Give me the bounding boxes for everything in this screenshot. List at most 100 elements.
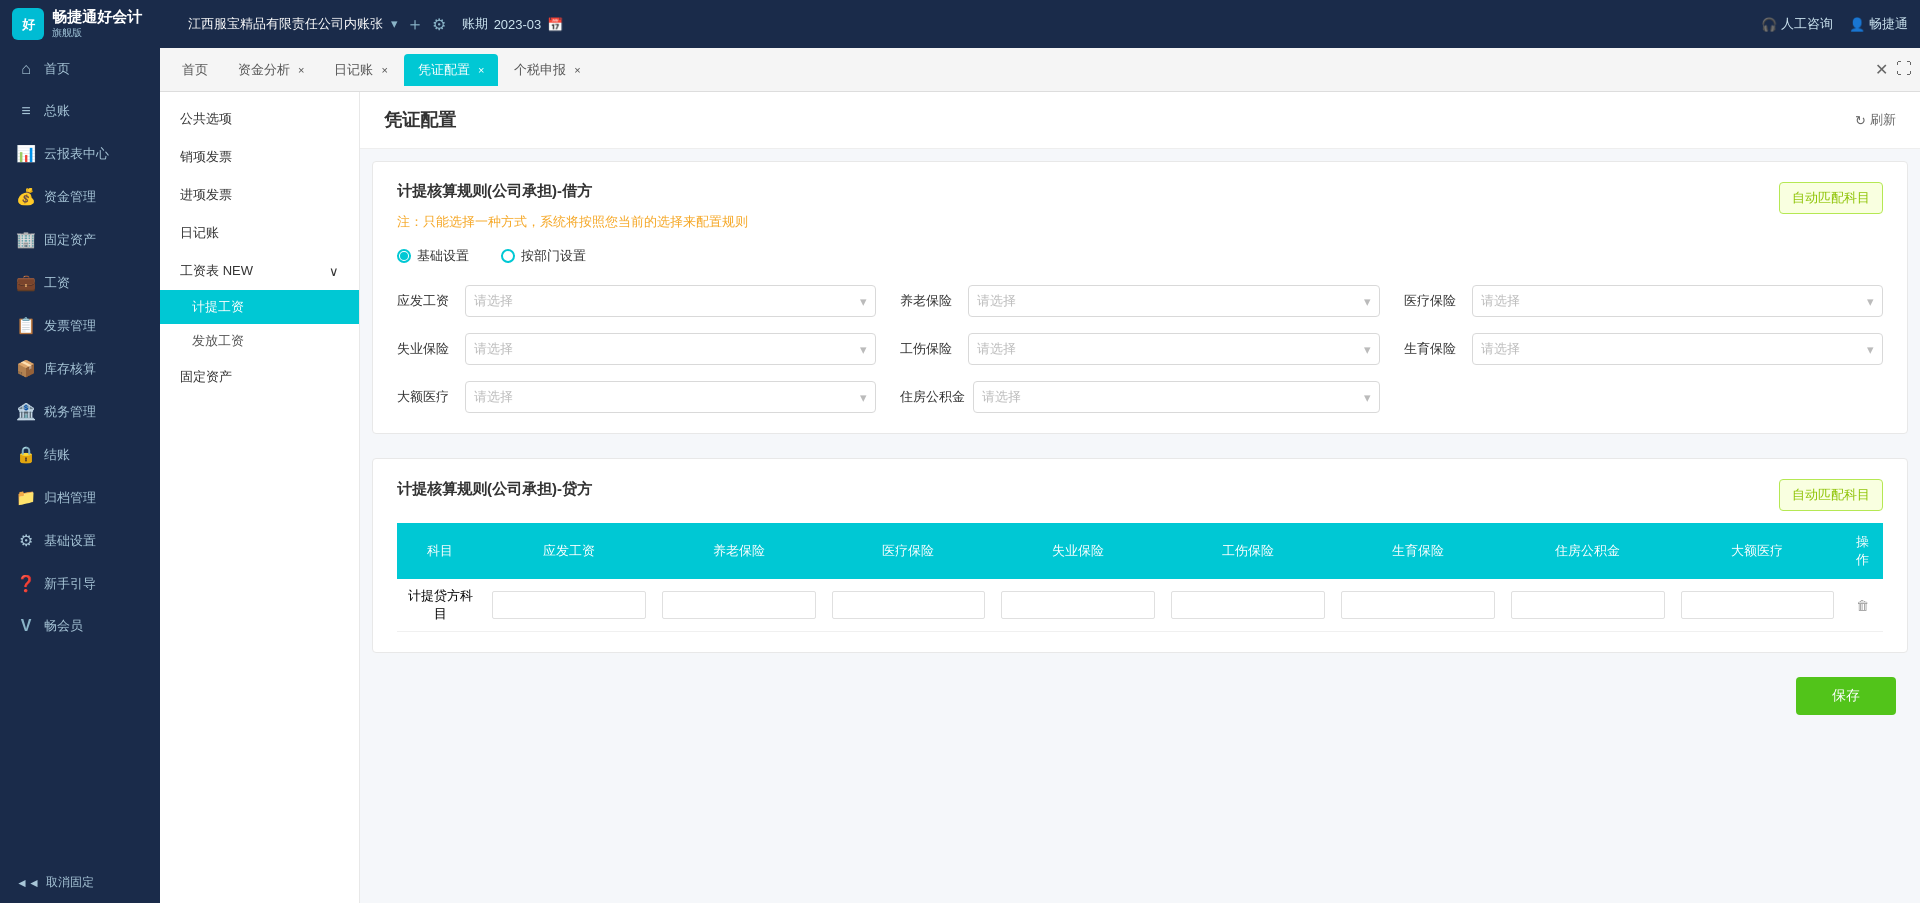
vip-icon: V [16, 617, 36, 635]
input-injury[interactable] [1171, 591, 1325, 619]
select-housing-fund[interactable]: 请选择 ▾ [973, 381, 1379, 413]
select-should-pay[interactable]: 请选择 ▾ [465, 285, 876, 317]
debit-auto-match-button[interactable]: 自动匹配科目 [1779, 182, 1883, 214]
select-unemployment[interactable]: 请选择 ▾ [465, 333, 876, 365]
left-nav-fixed-assets[interactable]: 固定资产 [160, 358, 359, 396]
cell-housing [1503, 579, 1673, 632]
sidebar-label-assets: 固定资产 [44, 231, 96, 249]
sidebar-item-capital[interactable]: 💰 资金管理 [0, 175, 160, 218]
cancel-fixed-icon: ◄◄ [16, 876, 40, 890]
tab-home-label: 首页 [182, 61, 208, 79]
input-big-medical[interactable] [1681, 591, 1835, 619]
sidebar-item-assets[interactable]: 🏢 固定资产 [0, 218, 160, 261]
consult-button[interactable]: 🎧 人工咨询 [1761, 15, 1833, 33]
sidebar-item-close[interactable]: 🔒 结账 [0, 433, 160, 476]
period-selector[interactable]: 账期 2023-03 📅 [462, 15, 564, 33]
sidebar-item-tax[interactable]: 🏦 税务管理 [0, 390, 160, 433]
refresh-icon: ↻ [1855, 113, 1866, 128]
input-unemployment[interactable] [1001, 591, 1155, 619]
sidebar-label-settings: 基础设置 [44, 532, 96, 550]
left-nav-journal[interactable]: 日记账 [160, 214, 359, 252]
sidebar-item-guide[interactable]: ❓ 新手引导 [0, 562, 160, 605]
credit-auto-match-button[interactable]: 自动匹配科目 [1779, 479, 1883, 511]
company-selector[interactable]: 江西服宝精品有限责任公司内账张 ▾ [188, 15, 398, 33]
logo-area: 好 畅捷通好会计 旗舰版 [12, 8, 172, 40]
left-nav-calc-salary[interactable]: 计提工资 [160, 290, 359, 324]
sidebar-item-reports[interactable]: 📊 云报表中心 [0, 132, 160, 175]
page-title: 凭证配置 [384, 108, 456, 132]
label-injury: 工伤保险 [900, 340, 960, 358]
left-nav-pay-salary[interactable]: 发放工资 [160, 324, 359, 358]
field-should-pay: 应发工资 请选择 ▾ [397, 285, 876, 317]
credit-table-header: 科目 应发工资 养老保险 医疗保险 失业保险 工伤保险 生育保险 住房公积金 大… [397, 523, 1883, 579]
left-nav-public[interactable]: 公共选项 [160, 100, 359, 138]
top-bar: 好 畅捷通好会计 旗舰版 江西服宝精品有限责任公司内账张 ▾ ＋ ⚙ 账期 20… [0, 0, 1920, 48]
sidebar-item-ledger[interactable]: ≡ 总账 [0, 90, 160, 132]
tab-home[interactable]: 首页 [168, 54, 222, 86]
cancel-fixed-button[interactable]: ◄◄ 取消固定 [0, 862, 160, 903]
window-expand-button[interactable]: ⛶ [1896, 60, 1912, 79]
debit-section: 计提核算规则(公司承担)-借方 注：只能选择一种方式，系统将按照您当前的选择来配… [372, 161, 1908, 434]
input-should-pay[interactable] [492, 591, 646, 619]
app-name: 畅捷通好会计 [52, 8, 142, 26]
select-big-medical[interactable]: 请选择 ▾ [465, 381, 876, 413]
sidebar-item-invoice[interactable]: 📋 发票管理 [0, 304, 160, 347]
sidebar-item-home[interactable]: ⌂ 首页 [0, 48, 160, 90]
input-pension[interactable] [662, 591, 816, 619]
home-icon: ⌂ [16, 60, 36, 78]
delete-row-icon[interactable]: 🗑 [1856, 598, 1869, 613]
left-nav-salary-table-group[interactable]: 工资表 NEW ∨ [160, 252, 359, 290]
tab-capital[interactable]: 资金分析 × [224, 54, 318, 86]
sidebar-item-inventory[interactable]: 📦 库存核算 [0, 347, 160, 390]
input-housing[interactable] [1511, 591, 1665, 619]
left-nav-sales[interactable]: 销项发票 [160, 138, 359, 176]
select-pension[interactable]: 请选择 ▾ [968, 285, 1379, 317]
input-birth[interactable] [1341, 591, 1495, 619]
debit-form-grid: 应发工资 请选择 ▾ 养老保险 请选择 ▾ [397, 285, 1883, 413]
page-content: 公共选项 销项发票 进项发票 日记账 工资表 NEW ∨ 计提工资 [160, 92, 1920, 903]
field-housing-fund: 住房公积金 请选择 ▾ [900, 381, 1379, 413]
sidebar-item-settings[interactable]: ⚙ 基础设置 [0, 519, 160, 562]
field-unemployment: 失业保险 请选择 ▾ [397, 333, 876, 365]
sidebar-item-archive[interactable]: 📁 归档管理 [0, 476, 160, 519]
tab-tax[interactable]: 个税申报 × [500, 54, 594, 86]
left-nav-purchase[interactable]: 进项发票 [160, 176, 359, 214]
window-close-button[interactable]: ✕ [1875, 60, 1888, 79]
cell-big-medical [1673, 579, 1843, 632]
radio-basic[interactable]: 基础设置 [397, 247, 469, 265]
top-bar-actions: 🎧 人工咨询 👤 畅捷通 [1761, 15, 1908, 33]
label-should-pay: 应发工资 [397, 292, 457, 310]
input-medical[interactable] [832, 591, 986, 619]
select-birth[interactable]: 请选择 ▾ [1472, 333, 1883, 365]
settings-gear-icon[interactable]: ⚙ [432, 15, 446, 34]
content-area: 首页 资金分析 × 日记账 × 凭证配置 × 个税申报 × ✕ ⛶ [160, 48, 1920, 903]
app-logo-icon: 好 [12, 8, 44, 40]
tab-voucher[interactable]: 凭证配置 × [404, 54, 498, 86]
calendar-icon[interactable]: 📅 [547, 17, 563, 32]
tab-journal[interactable]: 日记账 × [320, 54, 401, 86]
tab-capital-close[interactable]: × [298, 64, 304, 76]
save-button[interactable]: 保存 [1796, 677, 1896, 715]
main-layout: ⌂ 首页 ≡ 总账 📊 云报表中心 💰 资金管理 🏢 固定资产 💼 工资 📋 发… [0, 48, 1920, 903]
sidebar-label-guide: 新手引导 [44, 575, 96, 593]
select-injury[interactable]: 请选择 ▾ [968, 333, 1379, 365]
left-nav: 公共选项 销项发票 进项发票 日记账 工资表 NEW ∨ 计提工资 [160, 92, 360, 903]
radio-dept[interactable]: 按部门设置 [501, 247, 586, 265]
archive-icon: 📁 [16, 488, 36, 507]
sidebar-label-home: 首页 [44, 60, 70, 78]
label-big-medical: 大额医疗 [397, 388, 457, 406]
tab-journal-close[interactable]: × [381, 64, 387, 76]
select-arrow: ▾ [860, 342, 867, 357]
sidebar-item-vip[interactable]: V 畅会员 [0, 605, 160, 647]
sidebar-item-salary[interactable]: 💼 工资 [0, 261, 160, 304]
sidebar: ⌂ 首页 ≡ 总账 📊 云报表中心 💰 资金管理 🏢 固定资产 💼 工资 📋 发… [0, 48, 160, 903]
select-medical[interactable]: 请选择 ▾ [1472, 285, 1883, 317]
label-housing-fund: 住房公积金 [900, 388, 965, 406]
tab-voucher-close[interactable]: × [478, 64, 484, 76]
field-big-medical: 大额医疗 请选择 ▾ [397, 381, 876, 413]
user-avatar[interactable]: 👤 畅捷通 [1849, 15, 1908, 33]
refresh-button[interactable]: ↻ 刷新 [1855, 111, 1896, 129]
credit-section: 计提核算规则(公司承担)-贷方 自动匹配科目 科目 应发工资 养老保险 医疗保险… [372, 458, 1908, 653]
add-tab-button[interactable]: ＋ [406, 12, 424, 36]
tab-tax-close[interactable]: × [574, 64, 580, 76]
